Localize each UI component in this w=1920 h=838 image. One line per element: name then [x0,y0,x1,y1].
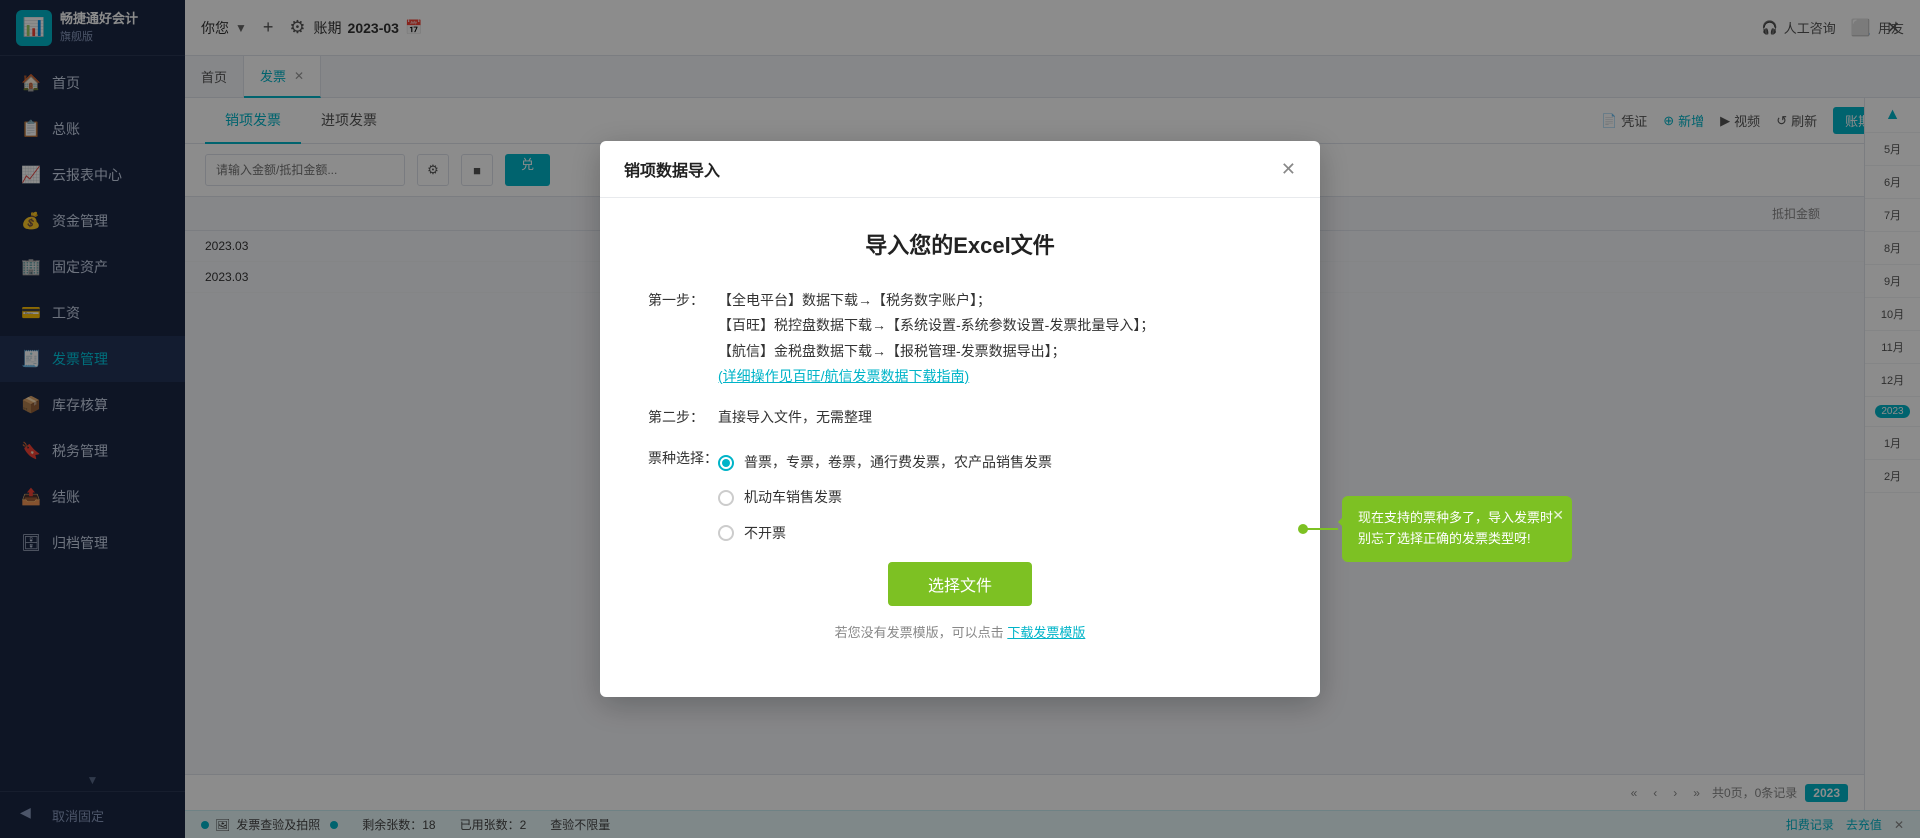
ticket-label: 票种选择： [648,446,718,546]
modal-close-button[interactable]: ✕ [1281,159,1296,180]
modal-header: 销项数据导入 ✕ [600,141,1320,198]
ticket-radio-group: 普票，专票，卷票，通行费发票，农产品销售发票 机动车销售发票 不开票 [718,450,1272,546]
step1-row: 第一步： 【全电平台】数据下载→【税务数字账户】； 【百旺】税控盘数据下载→【系… [648,288,1272,389]
tooltip-bubble: ✕ 现在支持的票种多了，导入发票时别忘了选择正确的发票类型呀! [1342,496,1572,562]
radio-option-1[interactable]: 普票，专票，卷票，通行费发票，农产品销售发票 [718,450,1272,475]
radio-option-2[interactable]: 机动车销售发票 [718,485,1272,510]
radio-circle-3 [718,525,734,541]
modal-main-title: 导入您的Excel文件 [648,228,1272,260]
modal-dialog: 销项数据导入 ✕ 导入您的Excel文件 第一步： 【全电平台】数据下载→【税务… [600,141,1320,697]
modal-body: 导入您的Excel文件 第一步： 【全电平台】数据下载→【税务数字账户】； 【百… [600,198,1320,697]
ticket-select-row: 票种选择： 普票，专票，卷票，通行费发票，农产品销售发票 机动车销售发票 [648,446,1272,546]
modal-note: 若您没有发票模版，可以点击 下载发票模版 [648,622,1272,641]
radio-circle-1 [718,455,734,471]
select-file-button[interactable]: 选择文件 [888,562,1032,606]
guide-link[interactable]: (详细操作见百旺/航信发票数据下载指南) [718,368,969,384]
tooltip-close-btn[interactable]: ✕ [1552,504,1564,526]
radio-circle-2 [718,490,734,506]
download-template-link[interactable]: 下载发票模版 [1007,625,1085,640]
modal-title: 销项数据导入 [624,157,720,181]
modal-overlay: 销项数据导入 ✕ 导入您的Excel文件 第一步： 【全电平台】数据下载→【税务… [0,0,1920,838]
step2-row: 第二步： 直接导入文件，无需整理 [648,405,1272,430]
modal-footer: 选择文件 若您没有发票模版，可以点击 下载发票模版 [648,562,1272,673]
radio-option-3[interactable]: 不开票 [718,521,1272,546]
tooltip-connector-line [1304,528,1338,530]
